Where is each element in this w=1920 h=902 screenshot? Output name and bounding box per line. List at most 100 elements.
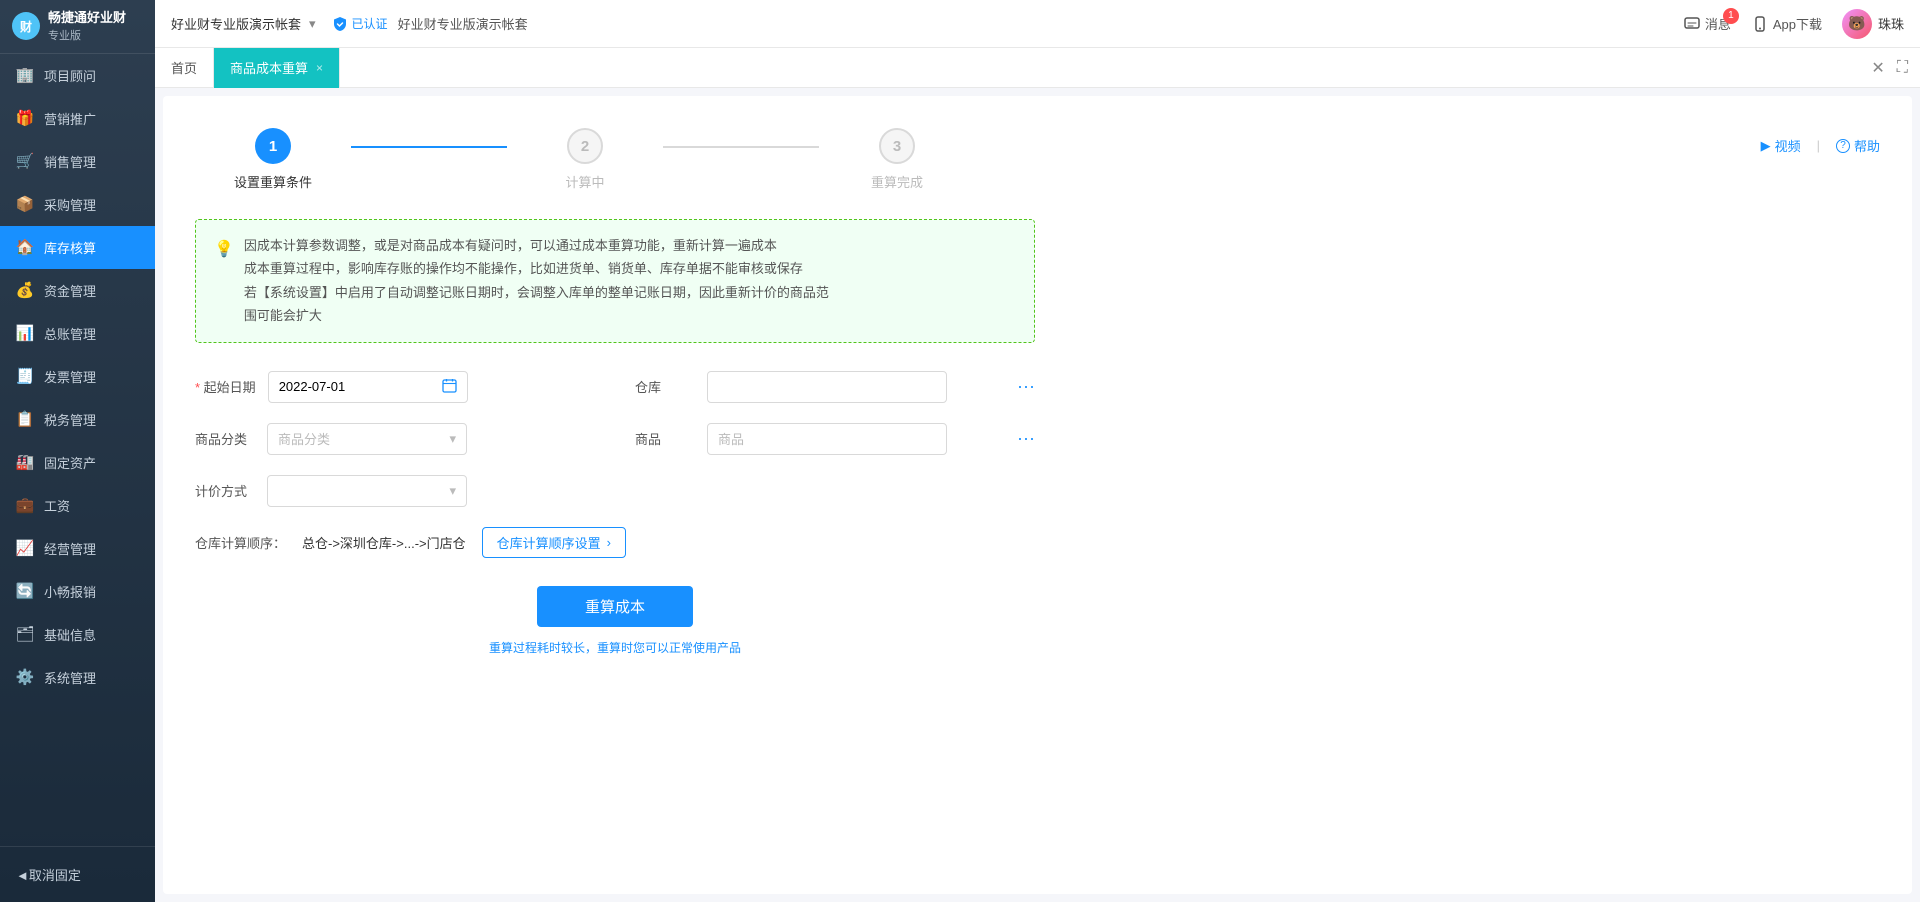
user-menu[interactable]: 🐻 珠珠 [1842,9,1904,39]
sidebar-item-ops[interactable]: 📈 经营管理 [0,527,155,570]
account-selector[interactable]: 好业财专业版演示帐套 ▾ [171,14,316,33]
sidebar-item-inventory-label: 库存核算 [44,238,96,257]
verified-label: 已认证 [352,15,388,32]
tab-close-icon[interactable]: × [316,61,323,75]
video-link[interactable]: ▶ 视频 [1761,136,1801,155]
category-field: 商品分类 商品分类 [195,423,595,455]
tab-cost-recalc[interactable]: 商品成本重算 × [214,48,340,88]
app-edition: 专业版 [48,27,126,43]
chevron-right-icon: › [607,535,611,550]
category-select[interactable]: 商品分类 [267,423,467,455]
main-area: 好业财专业版演示帐套 ▾ 已认证 好业财专业版演示帐套 消息 1 App下载 🐻… [155,0,1920,902]
tab-expand-button[interactable]: ⛶ [1897,59,1908,77]
step-connector-2 [663,146,819,148]
sidebar-logo-info: 畅捷通好业财 专业版 [48,10,126,43]
sidebar-item-accounting[interactable]: 📊 总账管理 [0,312,155,355]
marketing-icon: 🎁 [16,109,34,127]
form-row-3: 计价方式 [195,475,1035,507]
sidebar-item-invoice[interactable]: 🧾 发票管理 [0,355,155,398]
sidebar-item-inventory[interactable]: 🏠 库存核算 [0,226,155,269]
calc-order-row: 仓库计算顺序： 总仓->深圳仓库->...->门店仓 仓库计算顺序设置 › [195,527,1035,558]
sidebar-item-purchase[interactable]: 📦 采购管理 [0,183,155,226]
start-date-input[interactable]: 2022-07-01 [268,371,468,403]
app-download-label: App下载 [1773,14,1822,33]
goods-dots-button[interactable]: ··· [1017,428,1035,449]
shield-icon [332,16,348,32]
sales-icon: 🛒 [16,152,34,170]
calendar-icon[interactable] [442,378,457,396]
ops-icon: 📈 [16,539,34,557]
step-actions: ▶ 视频 | ? 帮助 [1761,128,1880,155]
accounting-icon: 📊 [16,324,34,342]
sidebar-item-marketing-label: 营销推广 [44,109,96,128]
goods-input[interactable]: 商品 [707,423,947,455]
start-date-value: 2022-07-01 [279,379,346,394]
pin-label: ◄取消固定 [16,865,81,884]
sidebar-item-basic-label: 基础信息 [44,625,96,644]
project-icon: 🏢 [16,66,34,84]
form-row-1: 起始日期 2022-07-01 仓库 ··· [195,371,1035,403]
tab-home[interactable]: 首页 [155,48,214,88]
sidebar-item-tax[interactable]: 📋 税务管理 [0,398,155,441]
basic-icon: 🗂 [16,625,34,643]
sidebar-item-expense-label: 小畅报销 [44,582,96,601]
sidebar-item-project[interactable]: 🏢 项目顾问 [0,54,155,97]
sidebar-item-accounting-label: 总账管理 [44,324,96,343]
sidebar-item-assets[interactable]: 🏭 固定资产 [0,441,155,484]
goods-field: 商品 商品 ··· [635,423,1035,455]
pricing-select[interactable] [267,475,467,507]
step-1-circle: 1 [255,128,291,164]
goods-label: 商品 [635,429,695,448]
sidebar-item-project-label: 项目顾问 [44,66,96,85]
help-link[interactable]: ? 帮助 [1836,136,1880,155]
step-2: 2 计算中 [507,128,663,191]
logo-icon: 财 [12,12,40,40]
step-3-circle: 3 [879,128,915,164]
warehouse-dots-button[interactable]: ··· [1017,376,1035,397]
sidebar-pin-button[interactable]: ◄取消固定 [0,855,155,894]
step-3: 3 重算完成 [819,128,975,191]
tab-home-label: 首页 [171,58,197,77]
calc-order-btn-label: 仓库计算顺序设置 [497,533,601,552]
warehouse-input[interactable] [707,371,947,403]
step-1: 1 设置重算条件 [195,128,351,191]
account-dropdown-icon[interactable]: ▾ [309,16,316,32]
sidebar-item-assets-label: 固定资产 [44,453,96,472]
play-icon: ▶ [1761,138,1771,154]
tab-close-button[interactable]: ✕ [1871,58,1884,78]
steps-inner: 1 设置重算条件 2 计算中 3 [195,128,975,191]
sidebar-item-system[interactable]: ⚙️ 系统管理 [0,656,155,699]
recalc-button[interactable]: 重算成本 [537,586,693,627]
calc-order-settings-button[interactable]: 仓库计算顺序设置 › [482,527,626,558]
sidebar-item-basic[interactable]: 🗂 基础信息 [0,613,155,656]
sidebar-logo: 财 畅捷通好业财 专业版 [0,0,155,54]
system-icon: ⚙️ [16,668,34,686]
sidebar-item-salary-label: 工资 [44,496,70,515]
content-area: 1 设置重算条件 2 计算中 3 [163,96,1912,894]
sidebar-item-tax-label: 税务管理 [44,410,96,429]
sidebar-item-finance-label: 资金管理 [44,281,96,300]
warehouse-label: 仓库 [635,377,695,396]
sidebar-item-sales-label: 销售管理 [44,152,96,171]
sidebar-item-finance[interactable]: 💰 资金管理 [0,269,155,312]
category-label: 商品分类 [195,429,255,448]
warehouse-field: 仓库 ··· [635,371,1035,403]
start-date-field: 起始日期 2022-07-01 [195,371,595,403]
step-connector-1 [351,146,507,148]
category-placeholder: 商品分类 [278,429,330,448]
form-section: 起始日期 2022-07-01 仓库 ··· [195,371,1035,656]
tab-cost-label: 商品成本重算 [230,58,308,77]
app-download-button[interactable]: App下载 [1751,14,1822,33]
sidebar-item-expense[interactable]: 🔄 小畅报销 [0,570,155,613]
message-count: 1 [1723,8,1739,24]
info-box: 💡 因成本计算参数调整，或是对商品成本有疑问时，可以通过成本重算功能，重新计算一… [195,219,1035,343]
finance-icon: 💰 [16,281,34,299]
sidebar-item-salary[interactable]: 💼 工资 [0,484,155,527]
sidebar-item-sales[interactable]: 🛒 销售管理 [0,140,155,183]
message-button[interactable]: 消息 1 [1683,14,1731,33]
info-text: 因成本计算参数调整，或是对商品成本有疑问时，可以通过成本重算功能，重新计算一遍成… [244,234,829,328]
sidebar-item-marketing[interactable]: 🎁 营销推广 [0,97,155,140]
recalc-hint: 重算过程耗时较长，重算时您可以正常使用产品 [195,639,1035,656]
sidebar: 财 畅捷通好业财 专业版 🏢 项目顾问 🎁 营销推广 🛒 销售管理 📦 采购管理… [0,0,155,902]
pricing-field: 计价方式 [195,475,1035,507]
